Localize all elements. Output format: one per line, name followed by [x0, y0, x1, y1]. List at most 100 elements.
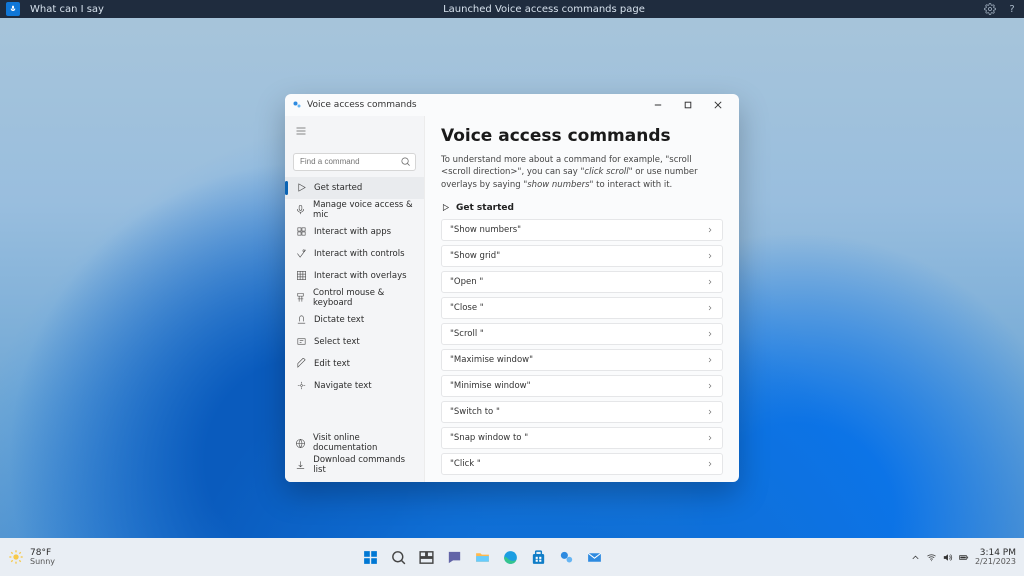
command-row[interactable]: "Show grid": [441, 245, 723, 267]
sidebar-item-control-mouse-keyboard[interactable]: Control mouse & keyboard: [285, 287, 424, 309]
help-icon[interactable]: ?: [1006, 3, 1018, 15]
voice-access-bar: What can I say Launched Voice access com…: [0, 0, 1024, 18]
nav-label: Edit text: [314, 359, 350, 369]
chevron-right-icon: [706, 330, 714, 338]
sidebar-footer-download-commands-list[interactable]: Download commands list: [285, 454, 424, 476]
nav-label: Manage voice access & mic: [313, 200, 414, 220]
content-pane: Voice access commands To understand more…: [425, 116, 739, 482]
page-heading: Voice access commands: [441, 126, 723, 146]
command-text: "Scroll ": [450, 329, 706, 339]
chevron-up-icon[interactable]: [910, 552, 921, 563]
command-row[interactable]: "Click ": [441, 453, 723, 475]
nav-list: Get started Manage voice access & mic Inte…: [285, 177, 424, 397]
command-text: "Switch to ": [450, 407, 706, 417]
command-row[interactable]: "Maximise window": [441, 349, 723, 371]
chevron-right-icon: [706, 408, 714, 416]
voice-commands-window: Voice access commands Get started Manage …: [285, 94, 739, 482]
footer-label: Download commands list: [313, 455, 414, 475]
command-text: "Open ": [450, 277, 706, 287]
close-button[interactable]: [703, 94, 733, 116]
window-title: Voice access commands: [307, 100, 417, 110]
command-text: "Snap window to ": [450, 433, 706, 443]
start-button[interactable]: [359, 545, 383, 569]
sidebar-item-interact-with-apps[interactable]: Interact with apps: [285, 221, 424, 243]
sidebar-item-edit-text[interactable]: Edit text: [285, 353, 424, 375]
voice-status-text: Launched Voice access commands page: [104, 4, 984, 15]
command-text: "Maximise window": [450, 355, 706, 365]
sidebar-item-get-started[interactable]: Get started: [285, 177, 424, 199]
nav-label: Select text: [314, 337, 360, 347]
volume-icon[interactable]: [942, 552, 953, 563]
command-row[interactable]: "Snap window to ": [441, 427, 723, 449]
sidebar-item-manage-voice-access-mic[interactable]: Manage voice access & mic: [285, 199, 424, 221]
chevron-right-icon: [706, 460, 714, 468]
sidebar-item-dictate-text[interactable]: Dictate text: [285, 309, 424, 331]
chevron-right-icon: [706, 434, 714, 442]
nav-label: Control mouse & keyboard: [313, 288, 414, 308]
nav-icon: [295, 204, 306, 216]
footer-icon: [295, 459, 306, 471]
chevron-right-icon: [706, 356, 714, 364]
chevron-right-icon: [706, 382, 714, 390]
gear-icon[interactable]: [984, 3, 996, 15]
command-text: "Close ": [450, 303, 706, 313]
nav-icon: [295, 380, 307, 392]
chat-button[interactable]: [443, 545, 467, 569]
nav-icon: [295, 182, 307, 194]
command-row[interactable]: "Switch to ": [441, 401, 723, 423]
system-tray[interactable]: 3:14 PM 2/21/2023: [910, 549, 1016, 566]
wifi-icon[interactable]: [926, 552, 937, 563]
command-list: "Show numbers" "Show grid" "Open " "Close "…: [441, 219, 723, 475]
search-button[interactable]: [387, 545, 411, 569]
command-text: "Click ": [450, 459, 706, 469]
task-view-button[interactable]: [415, 545, 439, 569]
command-text: "Minimise window": [450, 381, 706, 391]
mic-button[interactable]: [6, 2, 20, 16]
command-row[interactable]: "Close ": [441, 297, 723, 319]
clock[interactable]: 3:14 PM 2/21/2023: [975, 549, 1016, 566]
chevron-right-icon: [706, 226, 714, 234]
search-input[interactable]: [293, 153, 416, 171]
sidebar-footer: Visit online documentationDownload comma…: [285, 432, 424, 476]
section-header: Get started: [441, 203, 723, 213]
minimize-button[interactable]: [643, 94, 673, 116]
nav-icon: [295, 358, 307, 370]
nav-icon: [295, 226, 307, 238]
command-row[interactable]: "Show numbers": [441, 219, 723, 241]
battery-icon[interactable]: [958, 552, 969, 563]
app-icon: [291, 99, 303, 111]
command-row[interactable]: "Scroll ": [441, 323, 723, 345]
nav-icon: [295, 270, 307, 282]
file-explorer-button[interactable]: [471, 545, 495, 569]
nav-label: Dictate text: [314, 315, 364, 325]
weather-widget[interactable]: 78°F Sunny: [8, 549, 55, 566]
voice-access-taskbar-icon[interactable]: [555, 545, 579, 569]
mail-button[interactable]: [583, 545, 607, 569]
search-field[interactable]: [293, 149, 416, 171]
sidebar-item-navigate-text[interactable]: Navigate text: [285, 375, 424, 397]
voice-hint-text[interactable]: What can I say: [30, 4, 104, 15]
nav-label: Get started: [314, 183, 362, 193]
store-button[interactable]: [527, 545, 551, 569]
edge-button[interactable]: [499, 545, 523, 569]
hamburger-button[interactable]: [285, 118, 424, 145]
chevron-right-icon: [706, 252, 714, 260]
nav-label: Navigate text: [314, 381, 372, 391]
command-row[interactable]: "Minimise window": [441, 375, 723, 397]
chevron-right-icon: [706, 304, 714, 312]
nav-icon: [295, 314, 307, 326]
weather-desc: Sunny: [30, 558, 55, 566]
sidebar-item-interact-with-overlays[interactable]: Interact with overlays: [285, 265, 424, 287]
maximize-button[interactable]: [673, 94, 703, 116]
command-row[interactable]: "Open ": [441, 271, 723, 293]
nav-label: Interact with apps: [314, 227, 391, 237]
window-titlebar[interactable]: Voice access commands: [285, 94, 739, 116]
sidebar-item-select-text[interactable]: Select text: [285, 331, 424, 353]
command-text: "Show numbers": [450, 225, 706, 235]
nav-icon: [295, 336, 307, 348]
sidebar-item-interact-with-controls[interactable]: Interact with controls: [285, 243, 424, 265]
footer-label: Visit online documentation: [313, 433, 414, 453]
taskbar-center: [55, 545, 910, 569]
sidebar-footer-visit-online-documentation[interactable]: Visit online documentation: [285, 432, 424, 454]
taskbar: 78°F Sunny: [0, 538, 1024, 576]
